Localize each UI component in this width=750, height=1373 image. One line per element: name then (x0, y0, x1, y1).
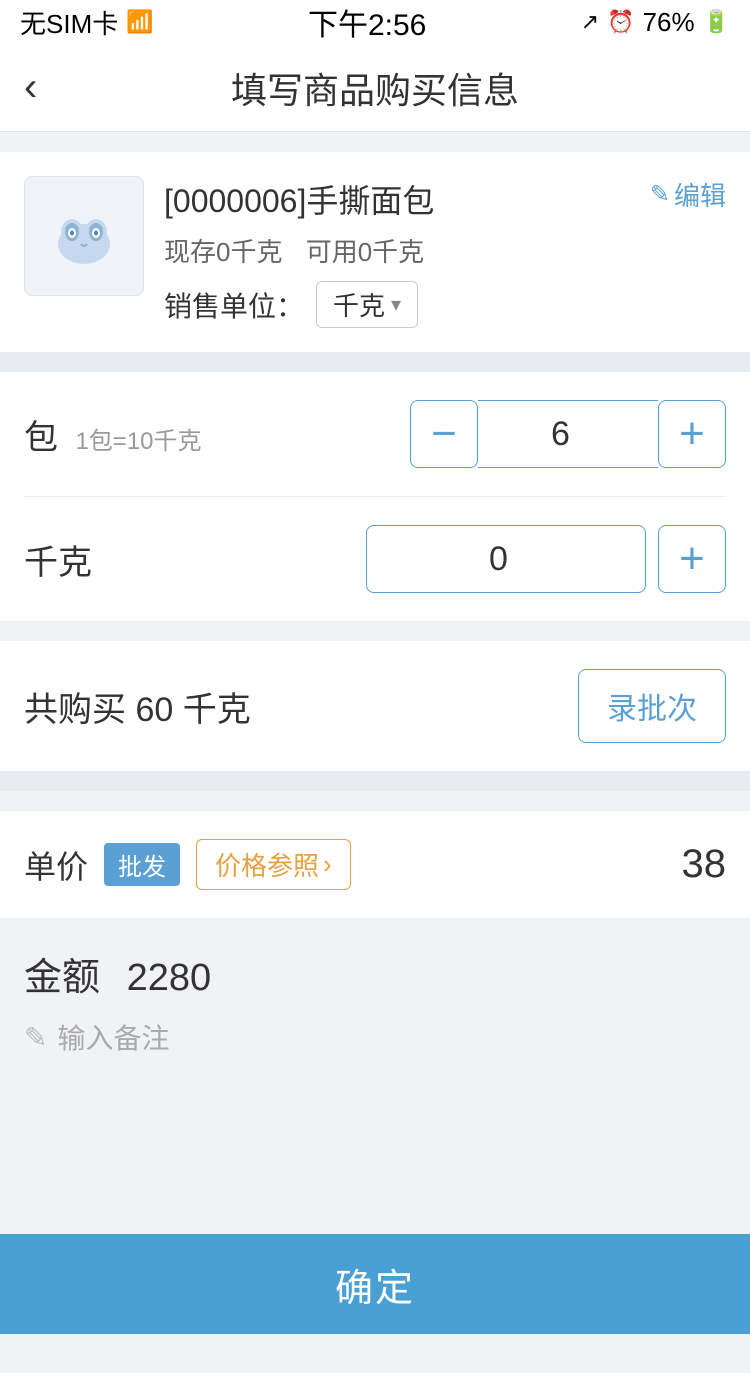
battery-text: 76% (643, 7, 695, 38)
bao-plus-button[interactable]: + (658, 400, 726, 468)
location-icon: ↗ (581, 9, 599, 35)
status-bar: 无SIM卡 📶 下午2:56 ↗ ⏰ 76% 🔋 (0, 0, 750, 44)
bao-label: 包 1包=10千克 (24, 410, 410, 459)
price-tag: 批发 (104, 843, 180, 886)
confirm-button-wrap: 确定 (0, 1234, 750, 1334)
note-placeholder: 输入备注 (57, 1017, 169, 1057)
summary-text: 共购买 60 千克 (24, 682, 251, 731)
input-section: 包 1包=10千克 − + 千克 + (0, 372, 750, 621)
edit-icon: ✎ (650, 180, 670, 209)
product-info: [0000006]手撕面包 现存0千克 可用0千克 销售单位： 千克 ▾ (164, 176, 606, 328)
kg-plus-button[interactable]: + (658, 525, 726, 593)
price-section: 单价 批发 价格参照 › 38 (0, 811, 750, 918)
price-ref-button[interactable]: 价格参照 › (196, 839, 351, 890)
unit-selector[interactable]: 千克 ▾ (316, 281, 418, 328)
batch-button[interactable]: 录批次 (578, 669, 726, 743)
back-button[interactable]: ‹ (24, 65, 37, 110)
bao-minus-button[interactable]: − (410, 400, 478, 468)
bao-qty-input[interactable] (478, 400, 658, 468)
amount-row: 金额 2280 (24, 946, 726, 1001)
section-separator-1 (0, 352, 750, 372)
edit-button[interactable]: ✎ 编辑 (650, 176, 726, 213)
bao-qty-control: − + (410, 400, 726, 468)
amount-section: 金额 2280 ✎ 输入备注 (0, 918, 750, 1073)
section-separator-2 (0, 771, 750, 791)
price-label: 单价 (24, 842, 88, 888)
kg-control: + (366, 525, 726, 593)
summary-section: 共购买 60 千克 录批次 (0, 641, 750, 771)
product-card: [0000006]手撕面包 现存0千克 可用0千克 销售单位： 千克 ▾ ✎ 编… (0, 152, 750, 352)
page-title: 填写商品购买信息 (231, 62, 519, 114)
amount-note[interactable]: ✎ 输入备注 (24, 1017, 726, 1057)
price-value: 38 (682, 842, 727, 887)
product-unit-row: 销售单位： 千克 ▾ (164, 281, 606, 328)
product-name: [0000006]手撕面包 (164, 176, 606, 222)
alarm-icon: ⏰ (607, 9, 634, 35)
product-card-right: ✎ 编辑 (626, 176, 726, 213)
pencil-icon: ✎ (24, 1021, 47, 1054)
product-image (24, 176, 144, 296)
status-right: ↗ ⏰ 76% 🔋 (581, 7, 730, 38)
kg-label: 千克 (24, 535, 366, 584)
battery-icon: 🔋 (703, 9, 730, 35)
bao-row: 包 1包=10千克 − + (24, 372, 726, 497)
bao-hint: 1包=10千克 (75, 428, 201, 455)
kg-row: 千克 + (24, 497, 726, 621)
confirm-button[interactable]: 确定 (0, 1234, 750, 1334)
product-stock: 现存0千克 可用0千克 (164, 232, 606, 269)
status-carrier: 无SIM卡 📶 (20, 4, 154, 41)
status-time: 下午2:56 (308, 0, 426, 44)
nav-bar: ‹ 填写商品购买信息 (0, 44, 750, 132)
wifi-icon: 📶 (126, 9, 153, 35)
kg-qty-input[interactable] (366, 525, 646, 593)
amount-value: 2280 (127, 957, 212, 999)
